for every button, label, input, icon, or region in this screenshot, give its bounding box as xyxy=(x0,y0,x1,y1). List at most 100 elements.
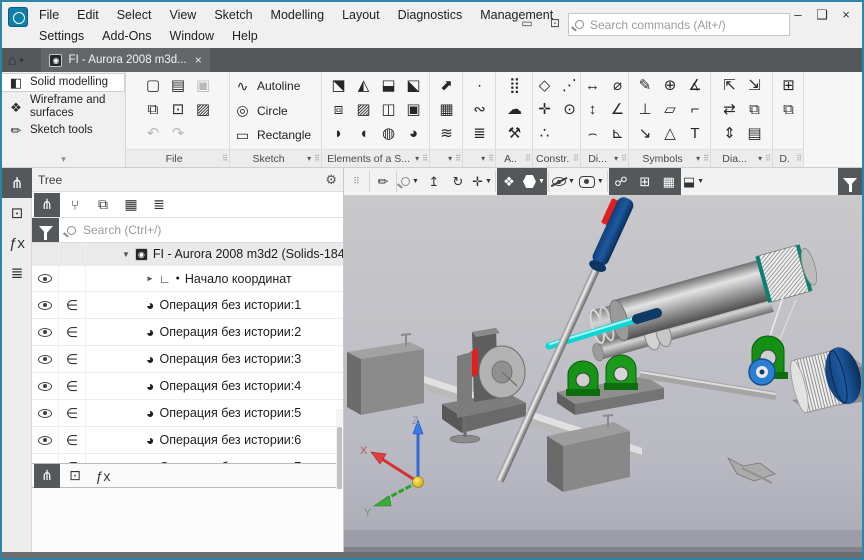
circle-button[interactable]: ◎ Circle xyxy=(234,100,317,122)
blue-wheel-part[interactable] xyxy=(748,358,776,386)
spline-icon[interactable]: ∾ xyxy=(467,98,492,122)
group-grip-icon[interactable]: ⠿ xyxy=(703,154,709,163)
cut-revolve-icon[interactable]: ▨ xyxy=(351,98,376,122)
tree-relations-button[interactable]: ⑂ xyxy=(62,193,88,217)
print-preview-icon[interactable]: ⊡ xyxy=(166,98,191,122)
group-grip-icon[interactable]: ⠿ xyxy=(222,154,228,163)
bottom-tab-tree[interactable]: ⋔ xyxy=(34,463,60,488)
insert-view-icon[interactable]: ⊞ xyxy=(776,74,801,98)
cut-extrude-icon[interactable]: ⧈ xyxy=(326,98,351,122)
diameter-dimension-icon[interactable]: ⌀ xyxy=(605,74,630,98)
hide-objects-button[interactable]: ▼ xyxy=(550,168,577,195)
group-grip-icon[interactable]: ⠿ xyxy=(765,154,771,163)
print-icon[interactable]: ⧉ xyxy=(141,98,166,122)
group-dropdown-icon[interactable]: ▾ xyxy=(307,154,311,163)
marking-icon[interactable]: ▱ xyxy=(658,98,683,122)
command-search-input[interactable]: Search commands (Alt+/) xyxy=(568,13,790,36)
group-grip-icon[interactable]: ⠿ xyxy=(488,154,494,163)
datum-icon[interactable]: ⊥ xyxy=(633,98,658,122)
close-button[interactable]: × xyxy=(834,2,858,28)
ribbon-group-label[interactable]: Sketch ▾ ⠿ xyxy=(230,149,321,167)
tree-row[interactable]: ▼ ◉ FI - Aurora 2008 m3d2 (Solids-184) xyxy=(32,243,343,266)
visibility-eye-icon[interactable] xyxy=(38,381,52,391)
cloud-icon[interactable]: ☁ xyxy=(502,98,527,122)
tree-row[interactable]: ∈ ◕ Операция без истории:7 xyxy=(32,454,343,463)
constraints-button[interactable]: ☍ xyxy=(608,168,633,195)
visibility-eye-icon[interactable] xyxy=(38,274,52,283)
screen-settings-icon[interactable]: ⊡ xyxy=(544,14,566,32)
revolve-icon[interactable]: ◭ xyxy=(351,74,376,98)
group-dropdown-icon[interactable]: ▾ xyxy=(448,154,452,163)
linear-dimension-icon[interactable]: ↔ xyxy=(580,74,605,98)
slope-icon[interactable]: ∡ xyxy=(683,74,708,98)
home-button[interactable]: ⌂ ▾ xyxy=(2,48,29,72)
menu-settings[interactable]: Settings xyxy=(30,29,93,43)
tree-layers-button[interactable]: ≣ xyxy=(146,193,172,217)
minimize-button[interactable]: – xyxy=(786,2,810,28)
included-in-calc-icon[interactable]: ∈ xyxy=(66,324,78,341)
perpendicular-dimension-icon[interactable]: ⊾ xyxy=(605,122,630,146)
ribbon-group-label[interactable]: ▾ ⠿ xyxy=(430,149,462,167)
tree-filter-button[interactable] xyxy=(32,218,59,242)
loft-icon[interactable]: ⬓ xyxy=(376,74,401,98)
included-in-calc-icon[interactable]: ∈ xyxy=(66,405,78,422)
plane-icon[interactable]: ◇ xyxy=(532,74,557,98)
tree-documents-button[interactable]: ⧉ xyxy=(90,193,116,217)
included-in-calc-icon[interactable]: ∈ xyxy=(66,378,78,395)
visibility-eye-icon[interactable] xyxy=(38,300,52,310)
hole-icon[interactable]: ◍ xyxy=(376,122,401,146)
ribbon-group-label[interactable]: D. ⠿ xyxy=(773,149,803,167)
window-layout-icon[interactable]: ▭ xyxy=(516,14,538,32)
group-grip-icon[interactable]: ⠿ xyxy=(525,154,531,163)
group-grip-icon[interactable]: ⠿ xyxy=(621,154,627,163)
ribbon-group-label[interactable]: File ⠿ xyxy=(126,149,229,167)
dropdown-arrow-icon[interactable]: ▼ xyxy=(538,178,545,185)
group-grip-icon[interactable]: ⠿ xyxy=(422,154,428,163)
deviation-icon[interactable]: ⇕ xyxy=(717,122,742,146)
menu-layout[interactable]: Layout xyxy=(333,8,389,22)
measure-area-icon[interactable]: ⇲ xyxy=(742,74,767,98)
ribbon-group-label[interactable]: ▾ ⠿ xyxy=(463,149,495,167)
tree-panel-button[interactable]: ⋔ xyxy=(2,168,32,198)
group-dropdown-icon[interactable]: ▾ xyxy=(614,154,618,163)
rectangle-button[interactable]: ▭ Rectangle xyxy=(234,124,317,146)
mock-up-icon[interactable]: ⚒ xyxy=(502,122,527,146)
axis-icon[interactable]: ⋰ xyxy=(557,74,582,98)
expand-arrow-icon[interactable]: ► xyxy=(146,274,154,283)
tree-row[interactable]: ∈ ◕ Операция без истории:1 xyxy=(32,292,343,319)
ribbon-group-label[interactable]: Constr...⠿ xyxy=(533,149,580,167)
visibility-eye-icon[interactable] xyxy=(38,462,52,463)
group-grip-icon[interactable]: ⠿ xyxy=(455,154,461,163)
dropdown-arrow-icon[interactable]: ▼ xyxy=(568,178,575,185)
save-as-icon[interactable]: ▨ xyxy=(191,98,216,122)
boss-icon[interactable]: ⬕ xyxy=(401,74,426,98)
tree-structure-button[interactable]: ⋔ xyxy=(34,192,60,217)
visibility-eye-icon[interactable] xyxy=(38,354,52,364)
arrow-mark-icon[interactable]: △ xyxy=(658,122,683,146)
open-document-icon[interactable]: ▤ xyxy=(166,74,191,98)
extrude-icon[interactable]: ⬔ xyxy=(326,74,351,98)
angle-dimension-icon[interactable]: ∠ xyxy=(605,98,630,122)
dropdown-arrow-icon[interactable]: ▼ xyxy=(597,178,604,185)
round-corner-icon[interactable]: ◕ xyxy=(401,122,426,146)
point-icon[interactable]: ∙ xyxy=(467,74,492,98)
group-grip-icon[interactable]: ⠿ xyxy=(314,154,320,163)
parameters-panel-button[interactable]: ⊡ xyxy=(2,198,32,228)
display-cube-button[interactable]: ❖ xyxy=(497,168,521,195)
document-tab[interactable]: ◉ FI - Aurora 2008 m3d... × xyxy=(41,48,210,72)
arc-dimension-icon[interactable]: ⌢ xyxy=(580,122,605,146)
ribbon-group-label[interactable]: A.. ⠿ xyxy=(496,149,532,167)
modes-expand-chevron[interactable]: ▾ xyxy=(2,154,125,165)
maximize-button[interactable]: ❑ xyxy=(810,2,834,28)
menu-diagnostics[interactable]: Diagnostics xyxy=(389,8,472,22)
group-dropdown-icon[interactable]: ▾ xyxy=(696,154,700,163)
tree-row[interactable]: ∈ ◕ Операция без истории:4 xyxy=(32,373,343,400)
check-intersection-icon[interactable]: ⇄ xyxy=(717,98,742,122)
menu-edit[interactable]: Edit xyxy=(68,8,108,22)
visibility-eye-icon[interactable] xyxy=(38,327,52,337)
tree-row[interactable]: ∈ ◕ Операция без истории:3 xyxy=(32,346,343,373)
boolean-icon[interactable]: ▣ xyxy=(401,98,426,122)
tab-close-icon[interactable]: × xyxy=(193,53,202,67)
menu-sketch[interactable]: Sketch xyxy=(205,8,261,22)
leader-icon[interactable]: ↘ xyxy=(633,122,658,146)
